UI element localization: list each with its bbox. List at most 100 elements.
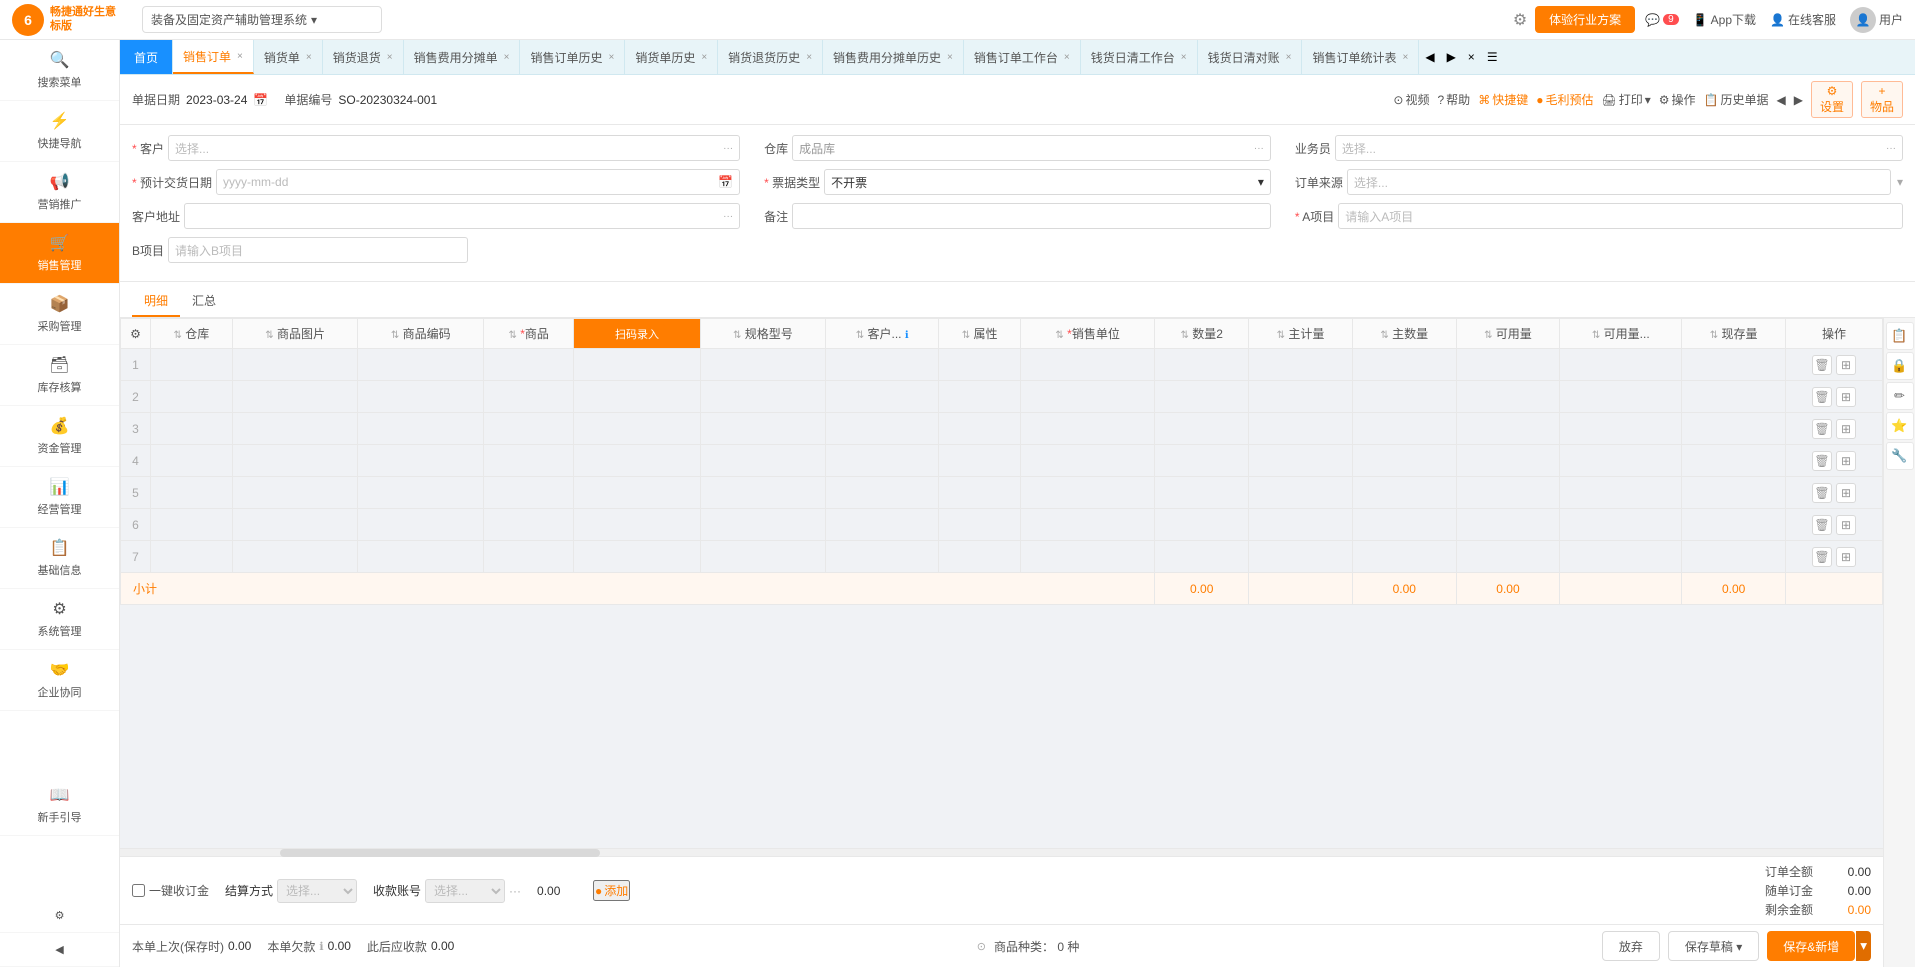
right-icon-1[interactable]: 📋 <box>1886 322 1914 350</box>
setting-button[interactable]: ⚙ 设置 <box>1811 81 1853 118</box>
app-download-btn[interactable]: 📱 App下载 <box>1693 11 1756 28</box>
print-btn[interactable]: 🖨 打印 ▾ <box>1601 91 1650 108</box>
tab-summary[interactable]: 汇总 <box>180 286 228 317</box>
row-delete-btn[interactable]: 🗑 <box>1812 483 1832 503</box>
sidebar-item-enterprise[interactable]: 🤝 企业协同 <box>0 650 119 711</box>
col-qty2[interactable]: ⇅ 数量2 <box>1155 319 1249 349</box>
shortcut-btn[interactable]: ⌘ 快捷键 <box>1478 91 1528 108</box>
b-project-input[interactable]: 请输入B项目 <box>168 237 468 263</box>
payment-select[interactable]: 选择... <box>277 879 357 903</box>
tab-menu-btn[interactable]: ☰ <box>1481 40 1504 74</box>
item-button[interactable]: + 物品 <box>1861 81 1903 118</box>
tab-sales-invoice[interactable]: 销货单 × <box>254 40 323 74</box>
tab-prev-btn[interactable]: ◀ <box>1419 40 1440 74</box>
system-selector[interactable]: 装备及固定资产辅助管理系统 ▾ <box>142 6 382 33</box>
view-video-btn[interactable]: ⊙ 视频 <box>1393 91 1429 108</box>
sidebar-collapse-btn[interactable]: ◀ <box>0 933 119 967</box>
tab-cash-workbench[interactable]: 钱货日清工作台 × <box>1081 40 1198 74</box>
warehouse-input[interactable]: 成品库 ··· <box>792 135 1271 161</box>
tab-sales-expense[interactable]: 销售费用分摊单 × <box>404 40 521 74</box>
row-delete-btn[interactable]: 🗑 <box>1812 515 1832 535</box>
online-service-btn[interactable]: 👤 在线客服 <box>1770 11 1836 28</box>
col-scan[interactable]: 扫码录入 <box>574 319 700 349</box>
history-btn[interactable]: 📋 历史单据 <box>1704 91 1769 108</box>
row-copy-btn[interactable]: ⊞ <box>1836 387 1856 407</box>
row-copy-btn[interactable]: ⊞ <box>1836 355 1856 375</box>
col-settings[interactable]: ⚙ <box>121 319 151 349</box>
sidebar-settings-btn[interactable]: ⚙ <box>0 899 119 933</box>
sidebar-item-sales[interactable]: 🛒 销售管理 <box>0 223 119 284</box>
tab-order-history[interactable]: 销售订单历史 × <box>520 40 625 74</box>
col-product-image[interactable]: ⇅ 商品图片 <box>232 319 358 349</box>
calendar2-icon[interactable]: 📅 <box>718 175 733 189</box>
tab-cash-account[interactable]: 钱货日清对账 × <box>1198 40 1303 74</box>
sidebar-item-marketing[interactable]: 📢 营销推广 <box>0 162 119 223</box>
tab-home[interactable]: 首页 <box>120 40 173 74</box>
checkout-checkbox-label[interactable]: 一键收订金 <box>132 882 209 899</box>
right-icon-5[interactable]: 🔧 <box>1886 442 1914 470</box>
operation-btn[interactable]: ⚙ 操作 <box>1659 91 1696 108</box>
user-btn[interactable]: 👤 用户 <box>1850 7 1903 33</box>
tab-detail[interactable]: 明细 <box>132 286 180 317</box>
right-icon-3[interactable]: ✏ <box>1886 382 1914 410</box>
right-icon-4[interactable]: ⭐ <box>1886 412 1914 440</box>
scan-button[interactable]: 扫码录入 <box>609 324 665 344</box>
row-delete-btn[interactable]: 🗑 <box>1812 387 1832 407</box>
col-unit[interactable]: ⇅ *销售单位 <box>1021 319 1155 349</box>
delivery-input[interactable]: yyyy-mm-dd 📅 <box>216 169 740 195</box>
discard-button[interactable]: 放弃 <box>1602 931 1660 961</box>
col-main-unit[interactable]: ⇅ 主计量 <box>1249 319 1353 349</box>
sidebar-item-guide[interactable]: 📖 新手引导 <box>0 775 119 836</box>
settings-icon[interactable]: ⚙ <box>1513 10 1527 30</box>
row-delete-btn[interactable]: 🗑 <box>1812 451 1832 471</box>
row-copy-btn[interactable]: ⊞ <box>1836 451 1856 471</box>
tab-sales-order[interactable]: 销售订单 × <box>173 40 254 74</box>
tab-next-btn[interactable]: ▶ <box>1441 40 1462 74</box>
horizontal-scrollbar[interactable] <box>120 848 1883 856</box>
row-copy-btn[interactable]: ⊞ <box>1836 547 1856 567</box>
sidebar-item-finance[interactable]: 💰 资金管理 <box>0 406 119 467</box>
tab-expense-history[interactable]: 销售费用分摊单历史 × <box>823 40 964 74</box>
message-btn[interactable]: 💬 9 <box>1645 13 1679 27</box>
sidebar-item-search[interactable]: 🔍 搜索菜单 <box>0 40 119 101</box>
tab-order-stats[interactable]: 销售订单统计表 × <box>1302 40 1419 74</box>
tab-sales-return[interactable]: 销货退货 × <box>323 40 404 74</box>
note-input[interactable] <box>792 203 1271 229</box>
add-payment-btn[interactable]: ● 添加 <box>593 880 630 901</box>
col-spec[interactable]: ⇅ 规格型号 <box>700 319 826 349</box>
save-draft-button[interactable]: 保存草稿 ▾ <box>1668 931 1759 961</box>
col-attributes[interactable]: ⇅ 属性 <box>939 319 1021 349</box>
scrollbar-thumb[interactable] <box>280 849 600 857</box>
a-project-input[interactable]: 请输入A项目 <box>1338 203 1903 229</box>
calendar-icon[interactable]: 📅 <box>253 93 268 107</box>
right-icon-2[interactable]: 🔒 <box>1886 352 1914 380</box>
col-product[interactable]: ⇅ *商品 <box>484 319 574 349</box>
invoice-select[interactable]: 不开票 ▾ <box>824 169 1271 195</box>
tab-close-all-btn[interactable]: × <box>1462 40 1481 74</box>
save-new-button[interactable]: 保存&新增 <box>1767 931 1855 961</box>
save-new-split-btn[interactable]: ▾ <box>1856 931 1871 961</box>
sidebar-item-system[interactable]: ⚙ 系统管理 <box>0 589 119 650</box>
row-copy-btn[interactable]: ⊞ <box>1836 483 1856 503</box>
checkout-checkbox[interactable] <box>132 884 145 897</box>
order-source-input[interactable]: 选择... <box>1347 169 1891 195</box>
col-customer-attr[interactable]: ⇅ 客户... ℹ <box>826 319 939 349</box>
solution-button[interactable]: 体验行业方案 <box>1535 6 1635 33</box>
sidebar-item-basic[interactable]: 📋 基础信息 <box>0 528 119 589</box>
row-delete-btn[interactable]: 🗑 <box>1812 355 1832 375</box>
address-input[interactable]: ··· <box>184 203 740 229</box>
customer-input[interactable]: 选择... ··· <box>168 135 740 161</box>
row-delete-btn[interactable]: 🗑 <box>1812 419 1832 439</box>
sidebar-item-inventory[interactable]: 🗃 库存核算 <box>0 345 119 406</box>
tab-order-workbench[interactable]: 销售订单工作台 × <box>964 40 1081 74</box>
profit-btn[interactable]: ● 毛利预估 <box>1536 91 1593 108</box>
row-copy-btn[interactable]: ⊞ <box>1836 515 1856 535</box>
tab-invoice-history[interactable]: 销货单历史 × <box>625 40 718 74</box>
salesperson-input[interactable]: 选择... ··· <box>1335 135 1903 161</box>
sidebar-item-operations[interactable]: 📊 经营管理 <box>0 467 119 528</box>
col-available[interactable]: ⇅ 可用量 <box>1456 319 1560 349</box>
row-delete-btn[interactable]: 🗑 <box>1812 547 1832 567</box>
account-select[interactable]: 选择... <box>425 879 505 903</box>
table-wrap[interactable]: ⚙ ⇅ 仓库 ⇅ 商品图片 ⇅ 商品编码 ⇅ *商品 扫码录入 ⇅ 规格型号 ⇅… <box>120 318 1883 848</box>
col-main-qty[interactable]: ⇅ 主数量 <box>1352 319 1456 349</box>
